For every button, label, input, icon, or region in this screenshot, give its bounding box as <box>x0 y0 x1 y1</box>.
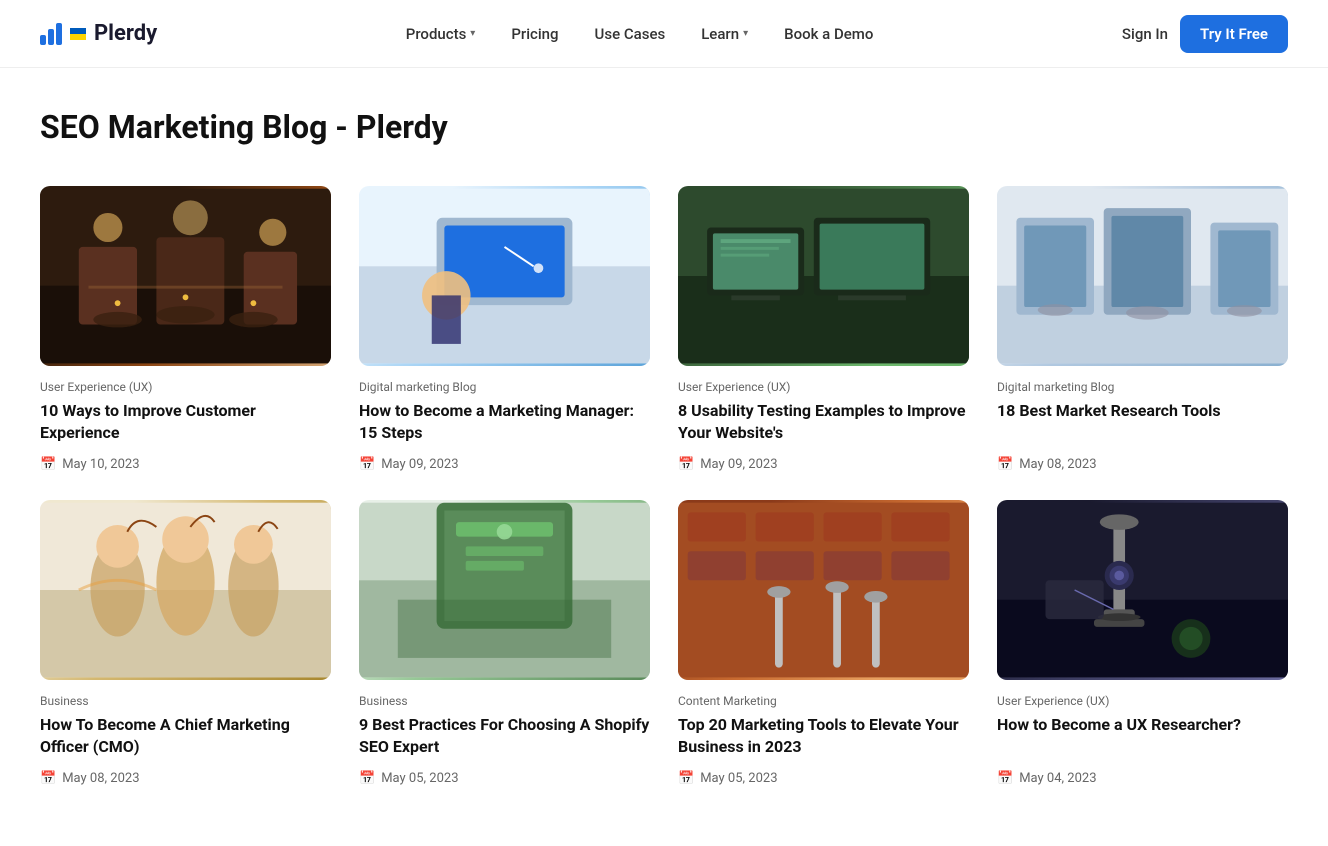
calendar-icon: 📅 <box>359 457 375 472</box>
card-category: User Experience (UX) <box>40 380 331 394</box>
blog-card[interactable]: User Experience (UX) 8 Usability Testing… <box>678 186 969 472</box>
calendar-icon: 📅 <box>678 771 694 786</box>
card-category: Digital marketing Blog <box>359 380 650 394</box>
nav-products[interactable]: Products ▾ <box>392 17 490 51</box>
card-image-svg <box>359 186 650 366</box>
try-free-button[interactable]: Try It Free <box>1180 15 1288 53</box>
calendar-icon: 📅 <box>40 771 56 786</box>
card-category: Business <box>40 694 331 708</box>
blog-card[interactable]: Business 9 Best Practices For Choosing A… <box>359 500 650 786</box>
logo-bar-1 <box>40 35 46 45</box>
card-category: Digital marketing Blog <box>997 380 1288 394</box>
calendar-icon: 📅 <box>997 771 1013 786</box>
card-title: 18 Best Market Research Tools <box>997 400 1288 422</box>
nav-actions: Sign In Try It Free <box>1122 15 1288 53</box>
card-title: 8 Usability Testing Examples to Improve … <box>678 400 969 445</box>
blog-card[interactable]: Digital marketing Blog 18 Best Market Re… <box>997 186 1288 472</box>
logo-bar-3 <box>56 23 62 45</box>
card-image-svg <box>359 500 650 680</box>
card-image-svg <box>40 186 331 366</box>
card-image <box>359 186 650 366</box>
ukraine-flag <box>70 28 86 40</box>
card-category: User Experience (UX) <box>997 694 1288 708</box>
navbar: Plerdy Products ▾ Pricing Use Cases Lear… <box>0 0 1328 68</box>
nav-learn[interactable]: Learn ▾ <box>687 17 762 51</box>
nav-use-cases[interactable]: Use Cases <box>581 17 680 51</box>
card-title: 9 Best Practices For Choosing A Shopify … <box>359 714 650 759</box>
main-content: SEO Marketing Blog - Plerdy User Experie… <box>0 68 1328 846</box>
card-image <box>359 500 650 680</box>
calendar-icon: 📅 <box>40 457 56 472</box>
blog-card[interactable]: Content Marketing Top 20 Marketing Tools… <box>678 500 969 786</box>
card-image-svg <box>678 500 969 680</box>
card-title: Top 20 Marketing Tools to Elevate Your B… <box>678 714 969 759</box>
card-title: 10 Ways to Improve Customer Experience <box>40 400 331 445</box>
logo[interactable]: Plerdy <box>40 21 157 46</box>
nav-book-demo[interactable]: Book a Demo <box>770 17 887 51</box>
card-date: 📅 May 10, 2023 <box>40 457 331 472</box>
card-image <box>678 500 969 680</box>
calendar-icon: 📅 <box>678 457 694 472</box>
logo-bar-2 <box>48 29 54 45</box>
card-image <box>40 186 331 366</box>
card-image-svg <box>40 500 331 680</box>
card-image-svg <box>997 186 1288 366</box>
chevron-down-icon: ▾ <box>470 28 475 39</box>
card-date: 📅 May 08, 2023 <box>997 457 1288 472</box>
card-image <box>997 186 1288 366</box>
card-category: User Experience (UX) <box>678 380 969 394</box>
blog-card[interactable]: User Experience (UX) 10 Ways to Improve … <box>40 186 331 472</box>
blog-grid: User Experience (UX) 10 Ways to Improve … <box>40 186 1288 786</box>
card-image <box>678 186 969 366</box>
card-image <box>40 500 331 680</box>
chevron-down-icon: ▾ <box>743 28 748 39</box>
card-category: Content Marketing <box>678 694 969 708</box>
page-title: SEO Marketing Blog - Plerdy <box>40 108 1288 146</box>
card-date: 📅 May 09, 2023 <box>678 457 969 472</box>
nav-pricing[interactable]: Pricing <box>497 17 572 51</box>
card-date: 📅 May 04, 2023 <box>997 771 1288 786</box>
calendar-icon: 📅 <box>359 771 375 786</box>
card-image <box>997 500 1288 680</box>
blog-card[interactable]: Business How To Become A Chief Marketing… <box>40 500 331 786</box>
card-title: How To Become A Chief Marketing Officer … <box>40 714 331 759</box>
card-image-svg <box>678 186 969 366</box>
logo-text: Plerdy <box>94 21 157 46</box>
card-title: How to Become a UX Researcher? <box>997 714 1288 736</box>
card-title: How to Become a Marketing Manager: 15 St… <box>359 400 650 445</box>
card-date: 📅 May 05, 2023 <box>678 771 969 786</box>
card-category: Business <box>359 694 650 708</box>
sign-in-link[interactable]: Sign In <box>1122 25 1168 43</box>
blog-card[interactable]: Digital marketing Blog How to Become a M… <box>359 186 650 472</box>
nav-links: Products ▾ Pricing Use Cases Learn ▾ Boo… <box>392 17 888 51</box>
card-date: 📅 May 05, 2023 <box>359 771 650 786</box>
logo-icon <box>40 23 62 45</box>
card-date: 📅 May 08, 2023 <box>40 771 331 786</box>
card-image-svg <box>997 500 1288 680</box>
blog-card[interactable]: User Experience (UX) How to Become a UX … <box>997 500 1288 786</box>
card-date: 📅 May 09, 2023 <box>359 457 650 472</box>
calendar-icon: 📅 <box>997 457 1013 472</box>
